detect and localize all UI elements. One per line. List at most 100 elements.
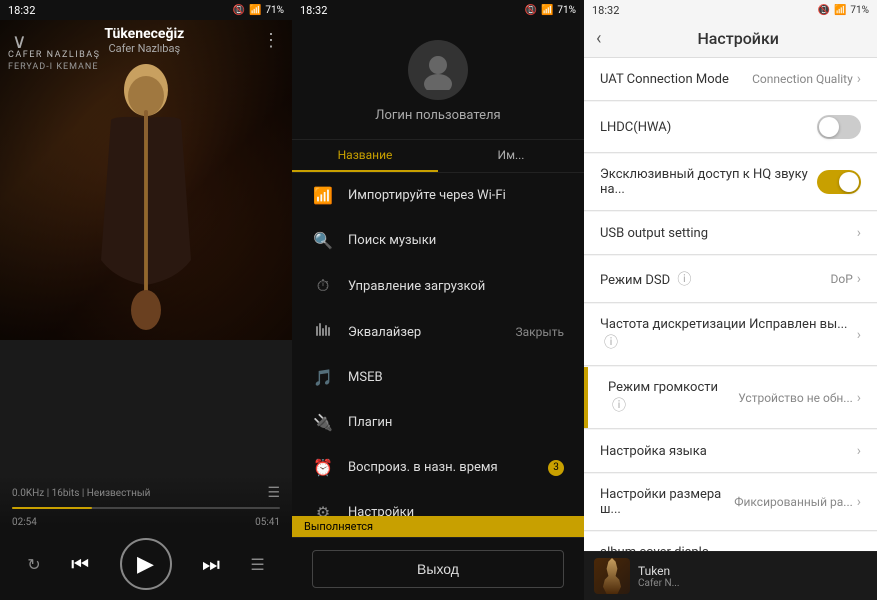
language-chevron: › [857, 443, 861, 459]
player-wifi-icon: 📶 [249, 5, 261, 16]
progress-bar[interactable] [12, 507, 280, 509]
player-status-time: 18:32 [8, 4, 35, 17]
list-icon[interactable]: ☰ [250, 555, 264, 574]
next-button[interactable]: ⏭ [202, 552, 220, 576]
usb-chevron: › [857, 225, 861, 241]
settings-item-usb[interactable]: USB output setting › [584, 212, 877, 255]
settings-item-lhdc[interactable]: LHDC(HWA) [584, 102, 877, 153]
settings-item-albumcover[interactable]: album cover displa... ⓘ Cover cropping d… [584, 532, 877, 551]
settings-icon: ⚙ [312, 503, 334, 516]
controls-row: ↻ ⏮ ▶ ⏭ ☰ [12, 538, 280, 590]
tab-name[interactable]: Название [292, 140, 438, 172]
fontsize-label: Настройки размера ш... [600, 487, 734, 517]
plugin-icon: 🔌 [312, 413, 334, 432]
menu-item-wifi[interactable]: 📶 Импортируйте через Wi-Fi [292, 173, 584, 218]
player-status-icons: 📵 📶 71% [233, 5, 284, 16]
settings-header: ‹ Настройки [584, 20, 877, 58]
settings-signal-icon: 📵 [818, 5, 830, 16]
schedule-icon: ⏰ [312, 458, 334, 477]
menu-item-settings[interactable]: ⚙ Настройки [292, 490, 584, 516]
samplerate-chevron: › [857, 327, 861, 343]
player-battery: 71% [265, 5, 284, 16]
user-login-text[interactable]: Логин пользователя [375, 108, 500, 123]
settings-item-volume[interactable]: Режим громкости ⓘ Устройство не обн... › [584, 367, 877, 429]
tab-im[interactable]: Им... [438, 140, 584, 172]
player-song-title: Tükeneceğiz [27, 26, 262, 42]
menu-item-download[interactable]: ⏱ Управление загрузкой [292, 263, 584, 309]
menu-status-time: 18:32 [300, 4, 327, 17]
player-chevron-down[interactable]: ∨ [12, 29, 27, 53]
volume-value: Устройство не обн... [738, 391, 853, 405]
mini-song-title: Tuken [638, 564, 867, 578]
settings-battery: 71% [850, 5, 869, 16]
settings-item-uat[interactable]: UAT Connection Mode Connection Quality › [584, 58, 877, 101]
menu-item-equalizer-label: Эквалайзер [348, 325, 421, 340]
mini-album-thumb [594, 558, 630, 594]
settings-item-samplerate[interactable]: Частота дискретизации Исправлен вы... ⓘ … [584, 304, 877, 366]
logout-button[interactable]: Выход [312, 550, 564, 588]
settings-item-hq[interactable]: Эксклюзивный доступ к HQ звуку на... [584, 154, 877, 211]
schedule-badge: 3 [548, 460, 564, 476]
menu-tab-row: Название Им... [292, 140, 584, 173]
dsd-chevron: › [857, 271, 861, 287]
settings-item-language[interactable]: Настройка языка › [584, 430, 877, 473]
total-time: 05:41 [255, 517, 280, 528]
play-button[interactable]: ▶ [120, 538, 172, 590]
menu-list: 📶 Импортируйте через Wi-Fi 🔍 Поиск музык… [292, 173, 584, 516]
hq-toggle-knob [839, 172, 859, 192]
volume-info-icon: ⓘ [612, 398, 626, 414]
uat-value: Connection Quality [752, 72, 853, 86]
language-label: Настройка языка [600, 444, 857, 459]
menu-panel: 18:32 📵 📶 71% Логин пользователя Названи… [292, 0, 584, 600]
menu-item-plugin-label: Плагин [348, 415, 392, 430]
menu-item-search-label: Поиск музыки [348, 233, 436, 248]
menu-item-close-text[interactable]: Закрыть [516, 325, 564, 339]
equalizer-icon [312, 322, 334, 342]
settings-title: Настройки [611, 29, 865, 48]
menu-battery: 71% [557, 5, 576, 16]
executing-text: Выполняется [304, 520, 373, 533]
player-panel: 18:32 📵 📶 71% CAFER NAZLIBAŞ FERYAD-I KE… [0, 0, 292, 600]
mseb-icon: 🎵 [312, 368, 334, 387]
time-row: 02:54 05:41 [12, 517, 280, 528]
dsd-label: Режим DSD ⓘ [600, 269, 830, 289]
volume-label: Режим громкости ⓘ [600, 380, 738, 415]
player-info-row: 0.0KHz | 16bits | Неизвестный ☰ [12, 485, 280, 501]
hq-toggle[interactable] [817, 170, 861, 194]
repeat-icon[interactable]: ↻ [27, 555, 40, 574]
player-queue-icon[interactable]: ☰ [267, 485, 280, 501]
player-signal-icon: 📵 [233, 5, 245, 16]
user-avatar[interactable] [408, 40, 468, 100]
player-status-bar: 18:32 📵 📶 71% [0, 0, 292, 20]
menu-item-mseb-label: MSEB [348, 370, 383, 385]
back-button[interactable]: ‹ [596, 28, 601, 49]
settings-status-bar: 18:32 📵 📶 71% [584, 0, 877, 20]
settings-item-dsd[interactable]: Режим DSD ⓘ DoP › [584, 256, 877, 303]
player-controls-area: 0.0KHz | 16bits | Неизвестный ☰ 02:54 05… [0, 475, 292, 600]
menu-item-settings-label: Настройки [348, 505, 414, 516]
lhdc-toggle-knob [819, 117, 839, 137]
album-figure-svg [66, 60, 226, 340]
menu-footer: Выход [292, 537, 584, 600]
settings-status-icons: 📵 📶 71% [818, 5, 869, 16]
player-more-button[interactable]: ⋮ [262, 30, 280, 51]
menu-item-mseb[interactable]: 🎵 MSEB [292, 355, 584, 400]
yellow-bar [584, 367, 588, 428]
lhdc-toggle[interactable] [817, 115, 861, 139]
fontsize-value: Фиксированный ра... [734, 495, 853, 509]
menu-wifi-icon: 📶 [541, 5, 553, 16]
lhdc-label: LHDC(HWA) [600, 120, 817, 135]
menu-item-schedule[interactable]: ⏰ Воспроиз. в назн. время 3 [292, 445, 584, 490]
prev-button[interactable]: ⏮ [71, 552, 89, 576]
hq-label: Эксклюзивный доступ к HQ звуку на... [600, 167, 817, 197]
settings-item-fontsize[interactable]: Настройки размера ш... Фиксированный ра.… [584, 474, 877, 531]
menu-item-wifi-label: Импортируйте через Wi-Fi [348, 188, 506, 203]
menu-status-icons: 📵 📶 71% [525, 5, 576, 16]
menu-item-plugin[interactable]: 🔌 Плагин [292, 400, 584, 445]
menu-item-search[interactable]: 🔍 Поиск музыки [292, 218, 584, 263]
menu-item-download-label: Управление загрузкой [348, 279, 485, 294]
uat-chevron: › [857, 71, 861, 87]
mini-player-info: Tuken Cafer N... [638, 564, 867, 589]
menu-item-equalizer[interactable]: Эквалайзер Закрыть [292, 309, 584, 355]
search-icon: 🔍 [312, 231, 334, 250]
